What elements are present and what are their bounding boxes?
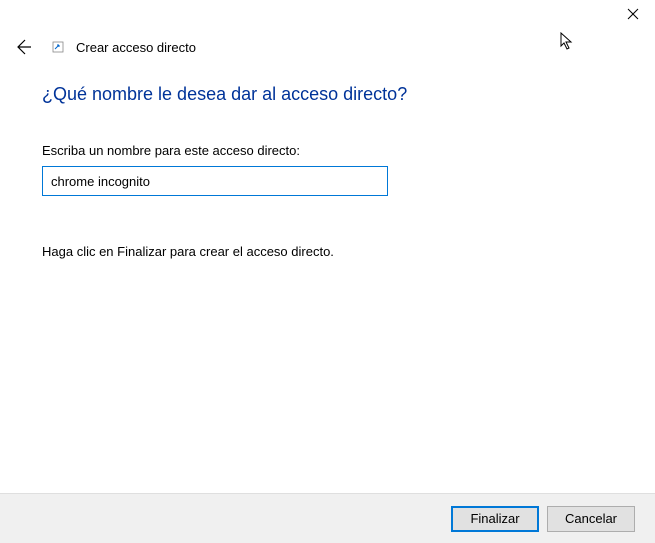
name-field-label: Escriba un nombre para este acceso direc… xyxy=(42,143,613,158)
wizard-footer: Finalizar Cancelar xyxy=(0,493,655,543)
page-heading: ¿Qué nombre le desea dar al acceso direc… xyxy=(42,84,613,105)
close-button[interactable] xyxy=(625,6,641,22)
shortcut-icon xyxy=(50,39,66,55)
back-arrow-icon xyxy=(13,37,33,57)
cancel-button[interactable]: Cancelar xyxy=(547,506,635,532)
instruction-text: Haga clic en Finalizar para crear el acc… xyxy=(42,244,613,259)
finish-button[interactable]: Finalizar xyxy=(451,506,539,532)
back-button[interactable] xyxy=(12,36,34,58)
titlebar xyxy=(0,0,655,30)
content-area: ¿Qué nombre le desea dar al acceso direc… xyxy=(0,58,655,259)
shortcut-name-input[interactable] xyxy=(42,166,388,196)
close-icon xyxy=(627,8,639,20)
wizard-header: Crear acceso directo xyxy=(0,30,655,58)
wizard-title: Crear acceso directo xyxy=(76,40,196,55)
